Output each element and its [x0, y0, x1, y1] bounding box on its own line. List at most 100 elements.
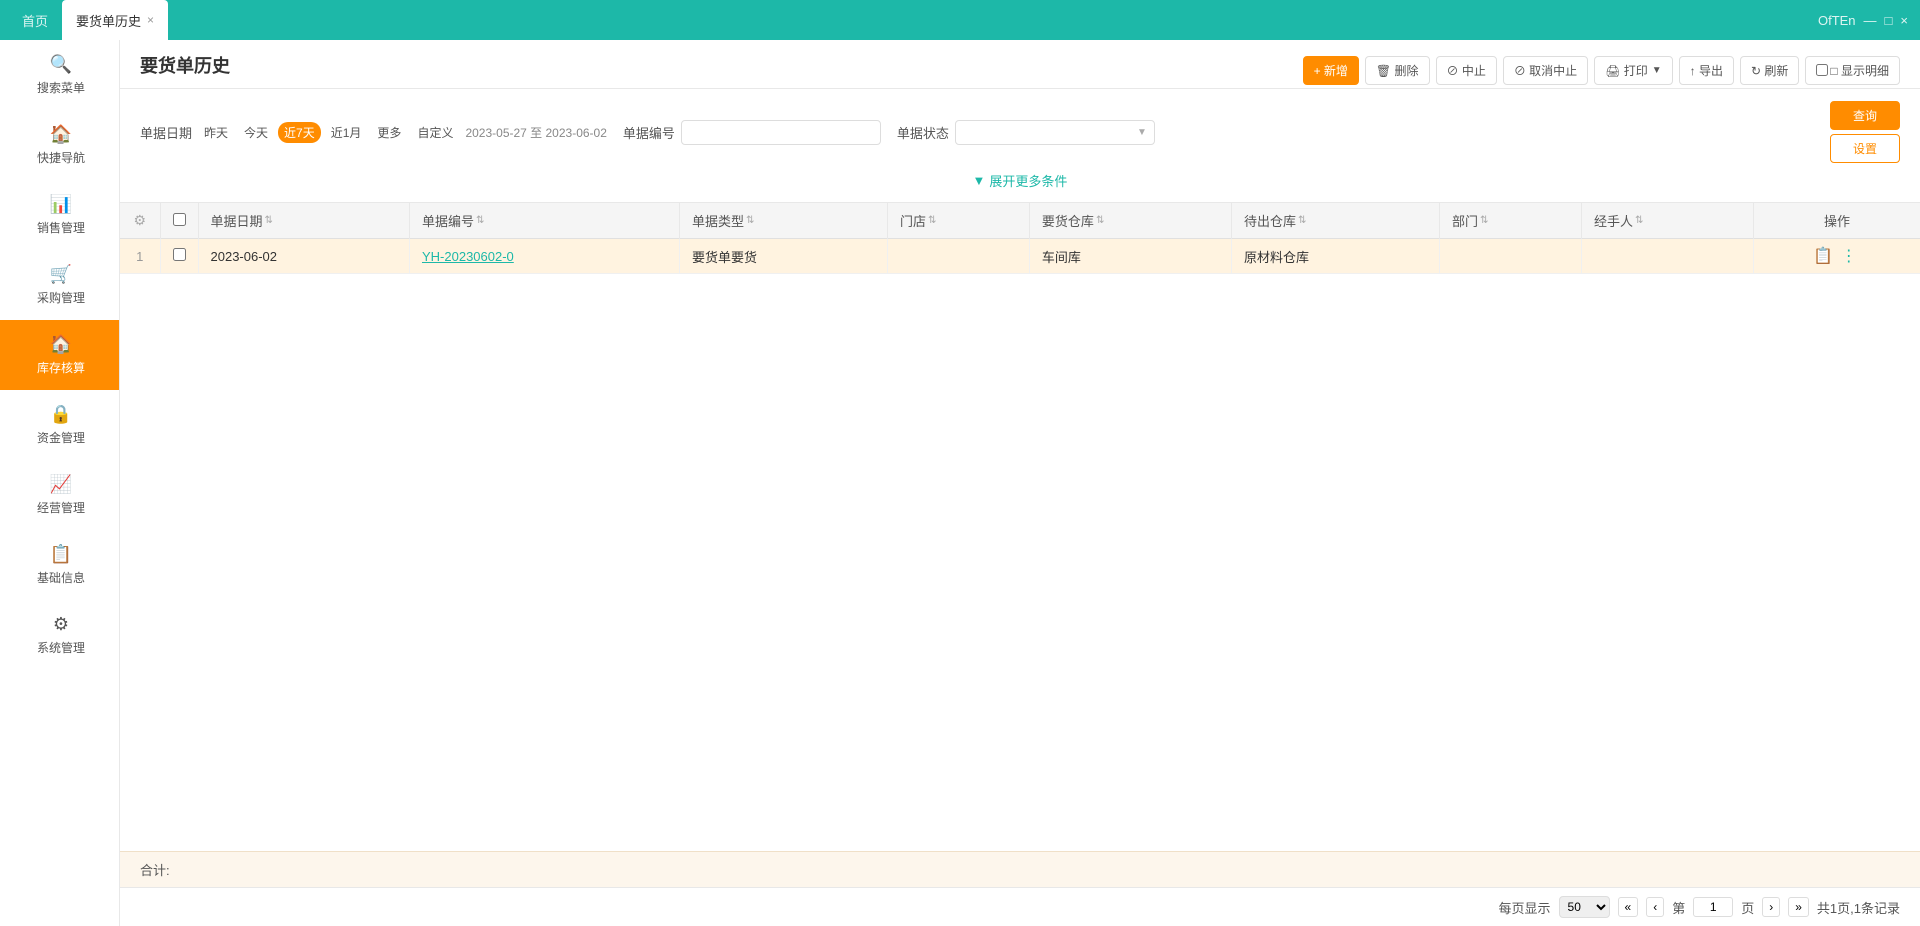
status-filter-select[interactable]	[955, 120, 1155, 145]
sidebar-item-basic[interactable]: 📋 基础信息	[0, 530, 119, 600]
handler-sort-icon[interactable]: ⇅	[1635, 215, 1643, 226]
sidebar-item-operations[interactable]: 📈 经营管理	[0, 460, 119, 530]
col-operation: 操作	[1753, 203, 1920, 239]
row-index: 1	[120, 239, 160, 274]
sales-icon: 📊	[50, 194, 72, 215]
col-date: 单据日期 ⇅	[198, 203, 409, 239]
row-operation: 📋 ⋮	[1753, 239, 1920, 274]
query-button[interactable]: 查询	[1830, 101, 1900, 130]
col-checkbox	[160, 203, 198, 239]
pagination: 每页显示 10 20 50 100 « ‹ 第 页 › » 共1页,1条记录	[120, 887, 1920, 926]
date-shortcut-more[interactable]: 更多	[371, 122, 407, 143]
col-doctype: 单据类型 ⇅	[679, 203, 887, 239]
row-pending-warehouse: 原材料仓库	[1231, 239, 1439, 274]
docno-filter-group: 单据编号	[623, 120, 881, 145]
table-settings-icon[interactable]: ⚙	[133, 212, 146, 228]
select-all-checkbox[interactable]	[173, 213, 186, 226]
cancel-stop-button[interactable]: ⊘ 取消中止	[1503, 56, 1588, 85]
prev-page-button[interactable]: ‹	[1646, 897, 1664, 917]
status-select-wrapper	[955, 120, 1155, 145]
close-btn[interactable]: ×	[1900, 13, 1908, 28]
date-shortcut-today[interactable]: 今天	[238, 122, 274, 143]
close-tab-icon[interactable]: ×	[147, 13, 154, 27]
export-button[interactable]: ↑ 导出	[1679, 56, 1734, 85]
basic-icon: 📋	[50, 544, 72, 565]
tab-home[interactable]: 首页	[8, 0, 62, 40]
expand-icon: ▼	[973, 173, 986, 188]
date-shortcut-7days[interactable]: 近7天	[278, 122, 321, 143]
row-req-warehouse: 车间库	[1029, 239, 1231, 274]
stop-button[interactable]: ⊘ 中止	[1436, 56, 1497, 85]
display-detail-checkbox[interactable]	[1816, 64, 1828, 76]
tab-requisition-history[interactable]: 要货单历史 ×	[62, 0, 168, 40]
row-department	[1440, 239, 1582, 274]
refresh-button[interactable]: ↻ 刷新	[1740, 56, 1799, 85]
page-number-input[interactable]	[1693, 897, 1733, 917]
next-page-button[interactable]: ›	[1762, 897, 1780, 917]
page-header: 要货单历史 + 新增 🗑 删除 ⊘ 中止 ⊘ 取消中止 🖨 打印 ▼ ↑ 导出 …	[120, 40, 1920, 89]
last-page-button[interactable]: »	[1788, 897, 1809, 917]
req-warehouse-sort-icon[interactable]: ⇅	[1096, 215, 1104, 226]
col-req-warehouse: 要货仓库 ⇅	[1029, 203, 1231, 239]
sidebar-item-quick-nav[interactable]: 🏠 快捷导航	[0, 110, 119, 180]
table-footer: 合计:	[120, 851, 1920, 887]
content-area: 要货单历史 + 新增 🗑 删除 ⊘ 中止 ⊘ 取消中止 🖨 打印 ▼ ↑ 导出 …	[120, 40, 1920, 926]
store-sort-icon[interactable]: ⇅	[928, 215, 936, 226]
table-row: 1 2023-06-02 YH-20230602-0 要货单要货 车间库 原材料…	[120, 239, 1920, 274]
date-shortcut-yesterday[interactable]: 昨天	[198, 122, 234, 143]
row-more-icon[interactable]: ⋮	[1841, 248, 1857, 265]
row-doctype: 要货单要货	[679, 239, 887, 274]
row-checkbox-cell	[160, 239, 198, 274]
row-checkbox[interactable]	[173, 248, 186, 261]
summary-label: 合计:	[140, 860, 170, 879]
page-size-select[interactable]: 10 20 50 100	[1559, 896, 1610, 918]
date-shortcut-1month[interactable]: 近1月	[325, 122, 368, 143]
operations-icon: 📈	[50, 474, 72, 495]
sidebar-item-search-menu[interactable]: 🔍 搜索菜单	[0, 40, 119, 110]
col-department: 部门 ⇅	[1440, 203, 1582, 239]
sidebar-item-purchase[interactable]: 🛒 采购管理	[0, 250, 119, 320]
minimize-btn[interactable]: —	[1864, 13, 1877, 28]
date-sort-icon[interactable]: ⇅	[265, 215, 273, 226]
display-detail-button[interactable]: □ 显示明细	[1805, 56, 1900, 85]
date-shortcuts: 昨天 今天 近7天 近1月 更多 自定义	[198, 122, 459, 143]
sidebar-item-system[interactable]: ⚙ 系统管理	[0, 600, 119, 670]
maximize-btn[interactable]: □	[1885, 13, 1893, 28]
quick-nav-icon: 🏠	[50, 124, 72, 145]
print-button[interactable]: 🖨 打印 ▼	[1594, 56, 1672, 85]
sidebar-item-inventory[interactable]: 🏠 库存核算	[0, 320, 119, 390]
inventory-icon: 🏠	[50, 334, 72, 355]
page-size-label: 每页显示	[1499, 898, 1551, 917]
filter-area: 单据日期 昨天 今天 近7天 近1月 更多 自定义 2023-05-27 至 2…	[120, 89, 1920, 203]
docno-sort-icon[interactable]: ⇅	[476, 215, 484, 226]
date-filter-label: 单据日期	[140, 123, 192, 142]
date-filter-group: 单据日期 昨天 今天 近7天 近1月 更多 自定义 2023-05-27 至 2…	[140, 122, 607, 143]
row-view-icon[interactable]: 📋	[1813, 248, 1833, 265]
sidebar-item-finance[interactable]: 🔒 资金管理	[0, 390, 119, 460]
status-filter-group: 单据状态	[897, 120, 1155, 145]
setting-button[interactable]: 设置	[1830, 134, 1900, 163]
delete-button[interactable]: 🗑 删除	[1365, 56, 1430, 85]
col-handler: 经手人 ⇅	[1581, 203, 1753, 239]
sidebar-item-sales[interactable]: 📊 销售管理	[0, 180, 119, 250]
first-page-button[interactable]: «	[1618, 897, 1639, 917]
pending-warehouse-sort-icon[interactable]: ⇅	[1298, 215, 1306, 226]
dept-sort-icon[interactable]: ⇅	[1480, 215, 1488, 226]
page-label: 第	[1672, 898, 1685, 917]
top-bar-right: OfTEn — □ ×	[1818, 13, 1920, 28]
expand-filters-button[interactable]: ▼ 展开更多条件	[973, 171, 1068, 190]
docno-filter-input[interactable]	[681, 120, 881, 145]
col-docno: 单据编号 ⇅	[409, 203, 679, 239]
docno-filter-label: 单据编号	[623, 123, 675, 142]
add-button[interactable]: + 新增	[1303, 56, 1359, 85]
toolbar: + 新增 🗑 删除 ⊘ 中止 ⊘ 取消中止 🖨 打印 ▼ ↑ 导出 ↻ 刷新 □…	[1303, 56, 1900, 85]
sidebar: 🔍 搜索菜单 🏠 快捷导航 📊 销售管理 🛒 采购管理 🏠 库存核算 🔒 资金管…	[0, 40, 120, 926]
doctype-sort-icon[interactable]: ⇅	[746, 215, 754, 226]
date-shortcut-custom[interactable]: 自定义	[411, 122, 459, 143]
page-unit: 页	[1741, 898, 1754, 917]
row-docno-link[interactable]: YH-20230602-0	[422, 249, 514, 264]
col-settings[interactable]: ⚙	[120, 203, 160, 239]
row-store	[888, 239, 1030, 274]
filter-row-2: ▼ 展开更多条件	[140, 171, 1900, 190]
finance-icon: 🔒	[50, 404, 72, 425]
